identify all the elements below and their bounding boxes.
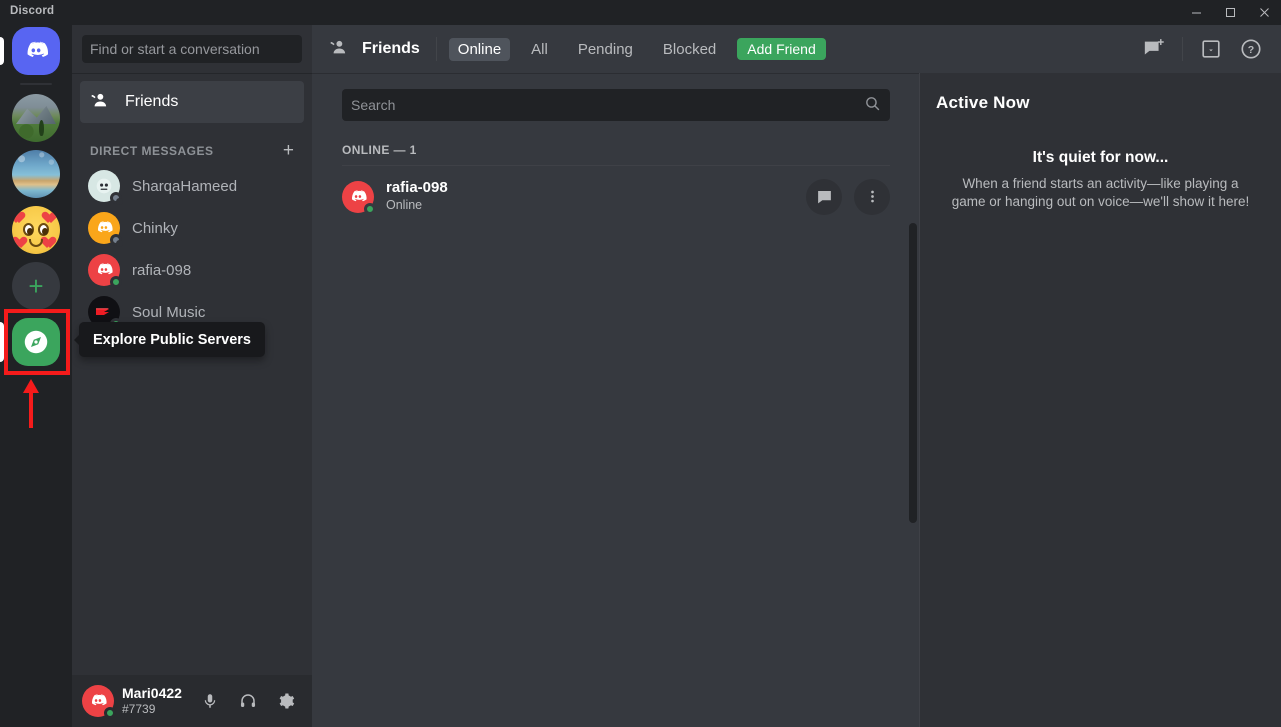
active-server-indicator bbox=[0, 37, 4, 65]
plus-icon: + bbox=[12, 262, 60, 310]
list-item-label: Chinky bbox=[132, 219, 178, 237]
avatar[interactable] bbox=[82, 685, 116, 719]
friends-list-scrollbar[interactable] bbox=[909, 223, 917, 523]
inbox-icon[interactable] bbox=[1191, 29, 1231, 69]
message-button[interactable] bbox=[806, 178, 842, 215]
table-row[interactable]: rafia-098 Online bbox=[342, 165, 890, 227]
user-panel-buttons bbox=[194, 685, 304, 717]
server-icon-emoji[interactable] bbox=[0, 206, 72, 254]
friends-icon bbox=[329, 36, 351, 63]
avatar bbox=[342, 180, 376, 215]
list-item[interactable]: SharqaHameed bbox=[80, 165, 304, 207]
row-actions bbox=[806, 178, 890, 215]
server-avatar bbox=[12, 150, 60, 198]
status-badge bbox=[110, 234, 123, 247]
server-rail: + bbox=[0, 25, 72, 727]
add-friend-button[interactable]: Add Friend bbox=[737, 38, 826, 60]
status-badge bbox=[104, 707, 116, 719]
add-server-button[interactable]: + bbox=[0, 262, 72, 310]
empty-state-body: When a friend starts an activity—like pl… bbox=[951, 176, 1250, 210]
friends-list-panel: Search ONLINE — 1 rafia-098 Online bbox=[312, 73, 920, 727]
user-discriminator: #7739 bbox=[122, 701, 156, 716]
page-title: Friends bbox=[322, 36, 420, 63]
tooltip: Explore Public Servers bbox=[79, 322, 265, 357]
server-icon-water[interactable] bbox=[0, 150, 72, 198]
top-bar-actions: ? bbox=[1134, 29, 1271, 69]
tab-online[interactable]: Online bbox=[448, 37, 511, 61]
home-button[interactable] bbox=[0, 27, 72, 75]
svg-text:?: ? bbox=[1248, 44, 1254, 56]
sidebar-item-label: Friends bbox=[125, 93, 179, 110]
list-item-label: SharqaHameed bbox=[132, 177, 238, 195]
tab-all[interactable]: All bbox=[522, 38, 557, 61]
annotation-arrow bbox=[20, 378, 42, 428]
avatar bbox=[88, 254, 122, 288]
discord-window: Discord + Find or start a conversation F… bbox=[0, 0, 1281, 727]
friend-info: rafia-098 Online bbox=[386, 179, 448, 213]
user-info: Mari0422 #7739 bbox=[122, 685, 182, 716]
tab-blocked[interactable]: Blocked bbox=[654, 38, 725, 61]
maximize-button[interactable] bbox=[1213, 0, 1247, 25]
active-now-empty-state: It's quiet for now... When a friend star… bbox=[936, 149, 1265, 211]
list-item[interactable]: rafia-098 bbox=[80, 249, 304, 291]
status-badge bbox=[364, 202, 376, 215]
headphones-icon[interactable] bbox=[232, 685, 264, 717]
username: Mari0422 bbox=[122, 685, 182, 702]
window-controls bbox=[1179, 0, 1281, 25]
server-avatar bbox=[12, 206, 60, 254]
page-title-label: Friends bbox=[362, 40, 420, 57]
sidebar-scroll: Friends DIRECT MESSAGES + SharqaHameed C… bbox=[72, 73, 312, 333]
sidebar-item-friends[interactable]: Friends bbox=[80, 81, 304, 123]
discord-home-icon bbox=[12, 27, 60, 75]
list-item-label: rafia-098 bbox=[132, 261, 192, 279]
dm-sidebar: Find or start a conversation Friends DIR… bbox=[72, 25, 312, 727]
new-group-dm-icon[interactable] bbox=[1134, 29, 1174, 69]
create-dm-button[interactable]: + bbox=[283, 141, 294, 160]
avatar bbox=[88, 212, 123, 247]
online-section-header: ONLINE — 1 bbox=[342, 143, 417, 157]
friend-search-wrapper: Search bbox=[312, 73, 920, 121]
friend-name: rafia-098 bbox=[386, 179, 448, 197]
active-now-panel: Active Now It's quiet for now... When a … bbox=[920, 73, 1281, 727]
server-icon-mountain[interactable] bbox=[0, 94, 72, 142]
status-badge bbox=[110, 276, 122, 288]
direct-messages-header: DIRECT MESSAGES + bbox=[72, 123, 312, 165]
user-panel: Mari0422 #7739 bbox=[72, 675, 312, 727]
friends-icon bbox=[90, 89, 112, 116]
gear-icon[interactable] bbox=[270, 685, 302, 717]
more-button[interactable] bbox=[854, 178, 890, 215]
conversation-search-input[interactable]: Find or start a conversation bbox=[82, 35, 302, 63]
minimize-button[interactable] bbox=[1179, 0, 1213, 25]
search-icon bbox=[864, 95, 881, 115]
rail-separator bbox=[20, 83, 52, 85]
search-input[interactable]: Search bbox=[342, 89, 890, 121]
avatar bbox=[88, 170, 123, 205]
search-input-placeholder: Search bbox=[351, 97, 396, 113]
divider bbox=[919, 73, 920, 727]
top-bar: Friends Online All Pending Blocked Add F… bbox=[312, 25, 1281, 73]
active-now-title: Active Now bbox=[936, 93, 1030, 112]
tab-pending[interactable]: Pending bbox=[569, 38, 642, 61]
divider bbox=[1182, 37, 1183, 61]
close-button[interactable] bbox=[1247, 0, 1281, 25]
empty-state-title: It's quiet for now... bbox=[1032, 149, 1169, 166]
title-bar: Discord bbox=[0, 0, 1281, 25]
main-area: Friends Online All Pending Blocked Add F… bbox=[312, 25, 1281, 727]
list-item-label: Soul Music bbox=[132, 303, 206, 321]
annotation-highlight-box bbox=[4, 309, 70, 375]
direct-messages-label: DIRECT MESSAGES bbox=[90, 143, 214, 158]
app-title: Discord bbox=[10, 5, 55, 17]
content-area: Search ONLINE — 1 rafia-098 Online Activ… bbox=[312, 73, 1281, 727]
microphone-icon[interactable] bbox=[194, 685, 226, 717]
server-avatar bbox=[12, 94, 60, 142]
status-badge bbox=[110, 192, 123, 205]
friend-status: Online bbox=[386, 198, 423, 213]
divider bbox=[435, 37, 437, 61]
help-icon[interactable]: ? bbox=[1231, 29, 1271, 69]
list-item[interactable]: Chinky bbox=[80, 207, 304, 249]
conversation-search-bar: Find or start a conversation bbox=[72, 25, 312, 73]
